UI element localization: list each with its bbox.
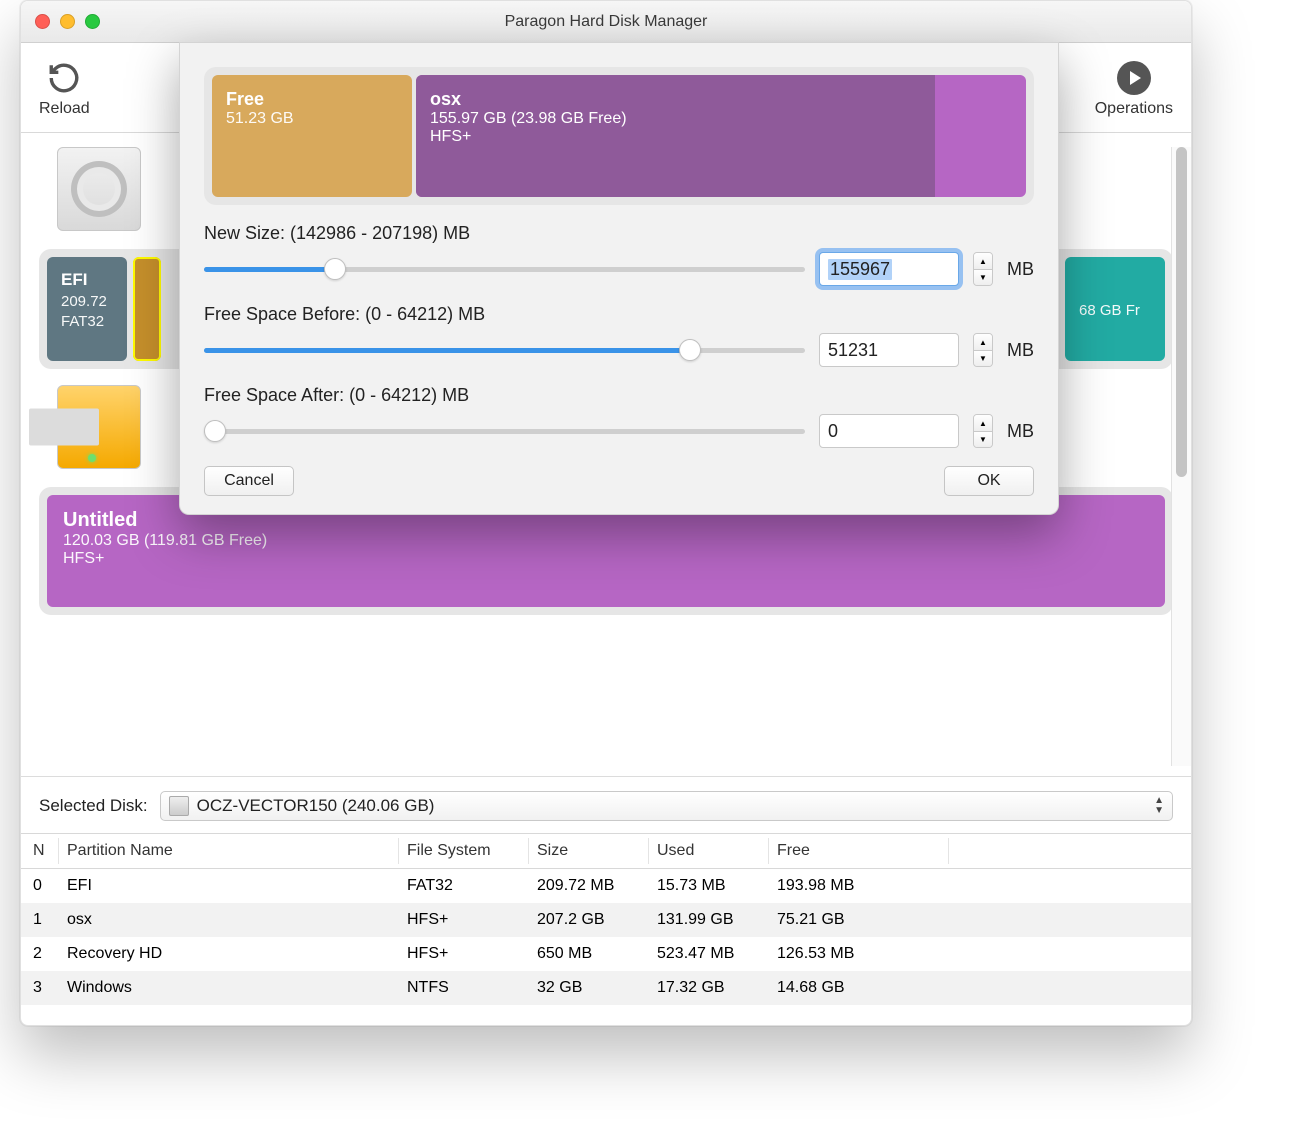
sheet-partition-map[interactable]: Free 51.23 GB osx 155.97 GB (23.98 GB Fr… (204, 67, 1034, 205)
efi-size: 209.72 (61, 292, 113, 312)
untitled-detail: 120.03 GB (119.81 GB Free) (63, 532, 1149, 550)
chevron-down-icon[interactable]: ▼ (974, 350, 992, 366)
minimize-icon[interactable] (60, 14, 75, 29)
sheet-osx-label: osx (430, 89, 1012, 110)
partition-efi[interactable]: EFI 209.72 FAT32 (47, 257, 127, 361)
external-drive-icon (57, 385, 141, 469)
col-size[interactable]: Size (529, 838, 649, 864)
after-row: Free Space After: (0 - 64212) MB 0 ▲▼ MB (204, 385, 1034, 448)
new-size-stepper[interactable]: ▲▼ (973, 252, 993, 286)
close-icon[interactable] (35, 14, 50, 29)
table-row[interactable]: 2 Recovery HD HFS+ 650 MB 523.47 MB 126.… (21, 937, 1191, 971)
titlebar: Paragon Hard Disk Manager (21, 1, 1191, 43)
new-size-label: New Size: (142986 - 207198) MB (204, 223, 1034, 244)
selected-disk-label: Selected Disk: (39, 796, 148, 816)
window-title: Paragon Hard Disk Manager (21, 13, 1191, 31)
play-icon (1114, 58, 1154, 98)
table-header: N Partition Name File System Size Used F… (21, 833, 1191, 869)
table-row[interactable]: 1 osx HFS+ 207.2 GB 131.99 GB 75.21 GB (21, 903, 1191, 937)
unit-label: MB (1007, 259, 1034, 280)
new-size-row: New Size: (142986 - 207198) MB 155967 ▲▼… (204, 223, 1034, 286)
sheet-osx-fs: HFS+ (430, 128, 1012, 146)
partition-small-free[interactable] (133, 257, 161, 361)
after-stepper[interactable]: ▲▼ (973, 414, 993, 448)
ok-button[interactable]: OK (944, 466, 1034, 496)
sheet-osx-block[interactable]: osx 155.97 GB (23.98 GB Free) HFS+ (416, 75, 1026, 197)
partition-right-text: 68 GB Fr (1079, 301, 1151, 321)
sheet-osx-detail: 155.97 GB (23.98 GB Free) (430, 110, 1012, 128)
partition-right[interactable]: 68 GB Fr (1065, 257, 1165, 361)
scroll-thumb[interactable] (1176, 147, 1187, 477)
chevron-up-icon[interactable]: ▲ (974, 253, 992, 269)
selected-disk-row: Selected Disk: OCZ-VECTOR150 (240.06 GB)… (21, 785, 1191, 833)
disk-info (157, 147, 161, 231)
sheet-buttons: Cancel OK (204, 466, 1034, 496)
before-row: Free Space Before: (0 - 64212) MB 51231 … (204, 304, 1034, 367)
updown-icon: ▲▼ (1154, 796, 1164, 816)
operations-label: Operations (1095, 100, 1173, 118)
reload-label: Reload (39, 100, 90, 118)
table-row[interactable]: 0 EFI FAT32 209.72 MB 15.73 MB 193.98 MB (21, 869, 1191, 903)
col-n[interactable]: N (25, 838, 59, 864)
col-free[interactable]: Free (769, 838, 949, 864)
operations-button[interactable]: Operations (1095, 58, 1173, 118)
sheet-free-label: Free (226, 89, 398, 110)
chevron-down-icon[interactable]: ▼ (974, 269, 992, 285)
efi-name: EFI (61, 269, 113, 292)
chevron-up-icon[interactable]: ▲ (974, 334, 992, 350)
selected-disk-dropdown[interactable]: OCZ-VECTOR150 (240.06 GB) ▲▼ (160, 791, 1173, 821)
after-slider[interactable] (204, 421, 805, 441)
col-used[interactable]: Used (649, 838, 769, 864)
divider (21, 776, 1191, 777)
window-controls (35, 14, 100, 29)
selected-disk-value: OCZ-VECTOR150 (240.06 GB) (197, 796, 435, 816)
before-label: Free Space Before: (0 - 64212) MB (204, 304, 1034, 325)
sheet-free-block[interactable]: Free 51.23 GB (212, 75, 412, 197)
reload-icon (44, 58, 84, 98)
scrollbar[interactable] (1171, 147, 1191, 766)
after-input[interactable]: 0 (819, 414, 959, 448)
hdd-mini-icon (169, 796, 189, 816)
partition-table: N Partition Name File System Size Used F… (21, 833, 1191, 1025)
after-label: Free Space After: (0 - 64212) MB (204, 385, 1034, 406)
sheet-free-size: 51.23 GB (226, 110, 398, 128)
reload-button[interactable]: Reload (39, 58, 90, 118)
cancel-button[interactable]: Cancel (204, 466, 294, 496)
before-stepper[interactable]: ▲▼ (973, 333, 993, 367)
resize-sheet: Free 51.23 GB osx 155.97 GB (23.98 GB Fr… (179, 42, 1059, 515)
app-window: Paragon Hard Disk Manager Reload Operati… (20, 0, 1192, 1026)
col-fs[interactable]: File System (399, 838, 529, 864)
new-size-input[interactable]: 155967 (819, 252, 959, 286)
chevron-down-icon[interactable]: ▼ (974, 431, 992, 447)
table-row[interactable]: 3 Windows NTFS 32 GB 17.32 GB 14.68 GB (21, 971, 1191, 1005)
chevron-up-icon[interactable]: ▲ (974, 415, 992, 431)
before-slider[interactable] (204, 340, 805, 360)
efi-fs: FAT32 (61, 312, 113, 332)
untitled-fs: HFS+ (63, 550, 1149, 568)
col-name[interactable]: Partition Name (59, 838, 399, 864)
zoom-icon[interactable] (85, 14, 100, 29)
hdd-icon (57, 147, 141, 231)
new-size-slider[interactable] (204, 259, 805, 279)
before-input[interactable]: 51231 (819, 333, 959, 367)
